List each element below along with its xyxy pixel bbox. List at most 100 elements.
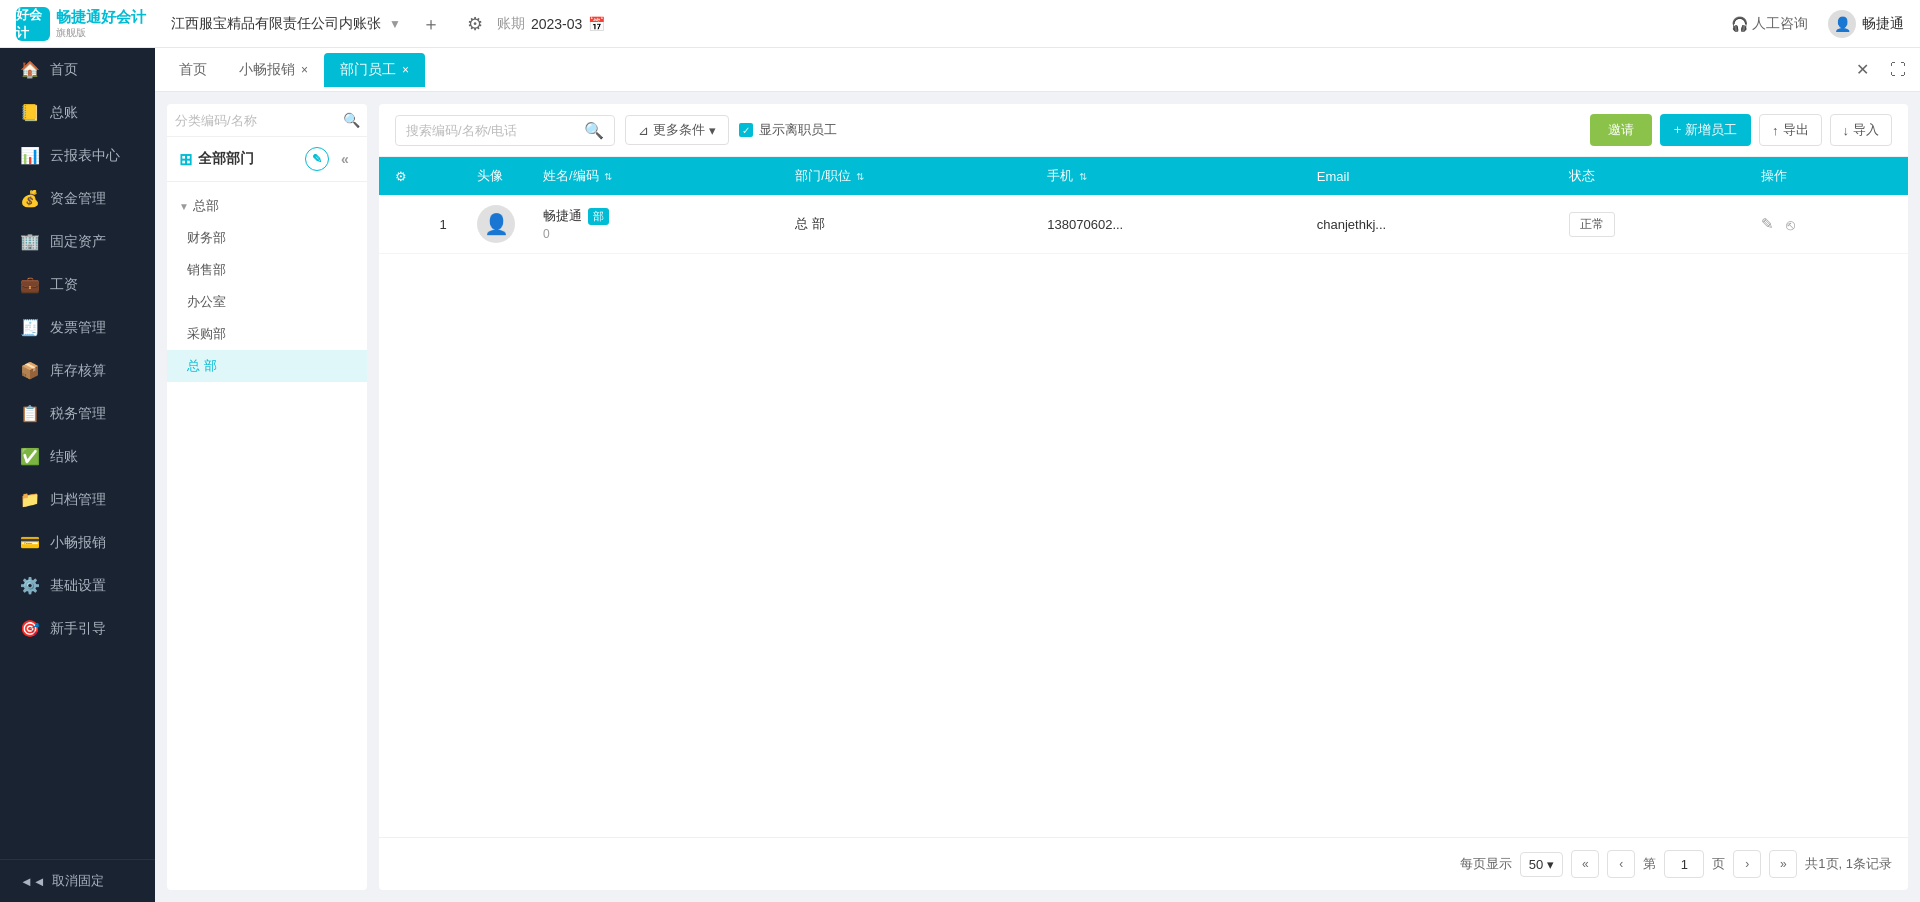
sidebar-label-basic: 基础设置 [50,577,106,595]
sidebar-item-basic[interactable]: ⚙️ 基础设置 [0,564,155,607]
company-selector[interactable]: 江西服宝精品有限责任公司内账张 ▼ [171,15,401,33]
dept-header: ⊞ 全部部门 ✎ « [167,137,367,182]
per-page-select[interactable]: 50 ▾ [1520,852,1563,877]
search-icon[interactable]: 🔍 [584,121,604,140]
employee-search-input[interactable] [406,123,578,138]
row-gear-cell [379,195,423,254]
chevron-down-icon: ▾ [1547,857,1554,872]
table-row: 1 👤 畅捷通 部 0 总 部 138070602... chanjethkj.… [379,195,1908,254]
expand-tab-button[interactable]: ⛶ [1884,56,1912,84]
dept-tree: ▼ 总部 财务部 销售部 办公室 采购部 [167,182,367,890]
archive-icon: 📁 [20,490,40,509]
period-value: 2023-03 [531,16,582,32]
row-actions: ✎ ⎋ [1747,195,1908,254]
sidebar-item-assets[interactable]: 🏢 固定资产 [0,220,155,263]
sidebar-item-xiaochangbx[interactable]: 💳 小畅报销 [0,521,155,564]
sidebar-label-newbie: 新手引导 [50,620,106,638]
table-header-phone[interactable]: 手机 ⇅ [1033,157,1302,195]
logo-text: 畅捷通好会计 旗舰版 [56,8,146,40]
dept-item-office[interactable]: 办公室 [167,286,367,318]
row-index: 1 [423,195,463,254]
close-tab-button[interactable]: ✕ [1848,56,1876,84]
sidebar-item-reports[interactable]: 📊 云报表中心 [0,134,155,177]
dept-item-general[interactable]: ▼ 总部 [167,190,367,222]
sidebar-item-closing[interactable]: ✅ 结账 [0,435,155,478]
content-area: 首页 小畅报销 × 部门员工 × ✕ ⛶ 🔍 [155,48,1920,902]
sidebar-item-archive[interactable]: 📁 归档管理 [0,478,155,521]
tab-dept-employee[interactable]: 部门员工 × [324,53,425,87]
sidebar-item-newbie[interactable]: 🎯 新手引导 [0,607,155,650]
chevron-down-icon: ▾ [709,123,716,138]
avatar: 👤 [1828,10,1856,38]
sidebar-item-invoices[interactable]: 🧾 发票管理 [0,306,155,349]
tab-dept-employee-label: 部门员工 [340,61,396,79]
dept-edit-button[interactable]: ✎ [305,147,329,171]
toolbar: 🔍 ⊿ 更多条件 ▾ ✓ 显示离职员工 邀请 + 新增员工 [379,104,1908,157]
tab-dept-employee-close[interactable]: × [402,63,409,77]
dept-item-sales[interactable]: 销售部 [167,254,367,286]
add-button[interactable]: ＋ [417,10,445,38]
newbie-icon: 🎯 [20,619,40,638]
first-page-button[interactable]: « [1571,850,1599,878]
sidebar-item-tax[interactable]: 📋 税务管理 [0,392,155,435]
dept-panel: 🔍 ⊞ 全部部门 ✎ « ▼ 总部 财务部 [167,104,367,890]
per-page-value: 50 [1529,857,1543,872]
user-info[interactable]: 👤 畅捷通 [1828,10,1904,38]
filter-icon: ⊿ [638,123,649,138]
edit-icon[interactable]: ✎ [1761,215,1774,233]
dept-item-purchase[interactable]: 采购部 [167,318,367,350]
sidebar-label-reports: 云报表中心 [50,147,120,165]
reports-icon: 📊 [20,146,40,165]
logo-name: 畅捷通好会计 [56,8,146,26]
invite-button[interactable]: 邀请 [1590,114,1652,146]
support-button[interactable]: 🎧 人工咨询 [1731,15,1808,33]
show-resigned-toggle[interactable]: ✓ 显示离职员工 [739,121,837,139]
dept-search: 🔍 [167,104,367,137]
table-header-dept[interactable]: 部门/职位 ⇅ [781,157,1033,195]
dept-item-finance[interactable]: 财务部 [167,222,367,254]
prev-page-button[interactable]: ‹ [1607,850,1635,878]
sidebar-item-home[interactable]: 🏠 首页 [0,48,155,91]
headset-icon: 🎧 [1731,16,1748,32]
collapse-button[interactable]: « [335,149,355,169]
tax-icon: 📋 [20,404,40,423]
sidebar-item-funds[interactable]: 💰 资金管理 [0,177,155,220]
dept-label-finance: 财务部 [187,229,226,247]
sidebar-item-inventory[interactable]: 📦 库存核算 [0,349,155,392]
tab-expense[interactable]: 小畅报销 × [223,53,324,87]
sidebar-label-xiaochangbx: 小畅报销 [50,534,106,552]
table-header-gear[interactable]: ⚙ [379,157,423,195]
home-icon: 🏠 [20,60,40,79]
dept-label-general: 总部 [193,197,219,215]
tab-home[interactable]: 首页 [163,53,223,87]
cancel-pin-button[interactable]: ◄◄ 取消固定 [0,859,155,902]
sidebar-item-ledger[interactable]: 📒 总账 [0,91,155,134]
last-page-button[interactable]: » [1769,850,1797,878]
employee-table-wrapper: ⚙ 头像 姓名/编码 ⇅ 部门/职位 ⇅ 手机 ⇅ [379,157,1908,837]
dept-search-input[interactable] [175,113,343,128]
table-header-name[interactable]: 姓名/编码 ⇅ [529,157,781,195]
total-records-label: 共1页, 1条记录 [1805,855,1892,873]
employee-name: 畅捷通 [543,207,582,225]
dept-label-sales: 销售部 [187,261,226,279]
topbar: 好会计 畅捷通好会计 旗舰版 江西服宝精品有限责任公司内账张 ▼ ＋ ⚙ 账期 … [0,0,1920,48]
sidebar-item-payroll[interactable]: 💼 工资 [0,263,155,306]
pin-icon: ◄◄ [20,874,46,889]
filter-button[interactable]: ⊿ 更多条件 ▾ [625,115,729,145]
import-button[interactable]: ↓ 导入 [1830,114,1893,146]
settings-icon[interactable]: ⚙ [461,10,489,38]
table-header-index [423,157,463,195]
toolbar-right: 邀请 + 新增员工 ↑ 导出 ↓ 导入 [1590,114,1892,146]
next-page-button[interactable]: › [1733,850,1761,878]
page-prefix-label: 第 [1643,855,1656,873]
dept-item-general-active[interactable]: 总 部 [167,350,367,382]
add-employee-button[interactable]: + 新增员工 [1660,114,1751,146]
tab-expense-close[interactable]: × [301,63,308,77]
main-layout: 🏠 首页 📒 总账 📊 云报表中心 💰 资金管理 🏢 固定资产 💼 工资 🧾 发… [0,48,1920,902]
logout-icon[interactable]: ⎋ [1786,216,1795,233]
period-selector[interactable]: 账期 2023-03 📅 [497,15,605,33]
page-input[interactable] [1664,850,1704,878]
user-name: 畅捷通 [1862,15,1904,33]
export-button[interactable]: ↑ 导出 [1759,114,1822,146]
search-icon[interactable]: 🔍 [343,112,360,128]
